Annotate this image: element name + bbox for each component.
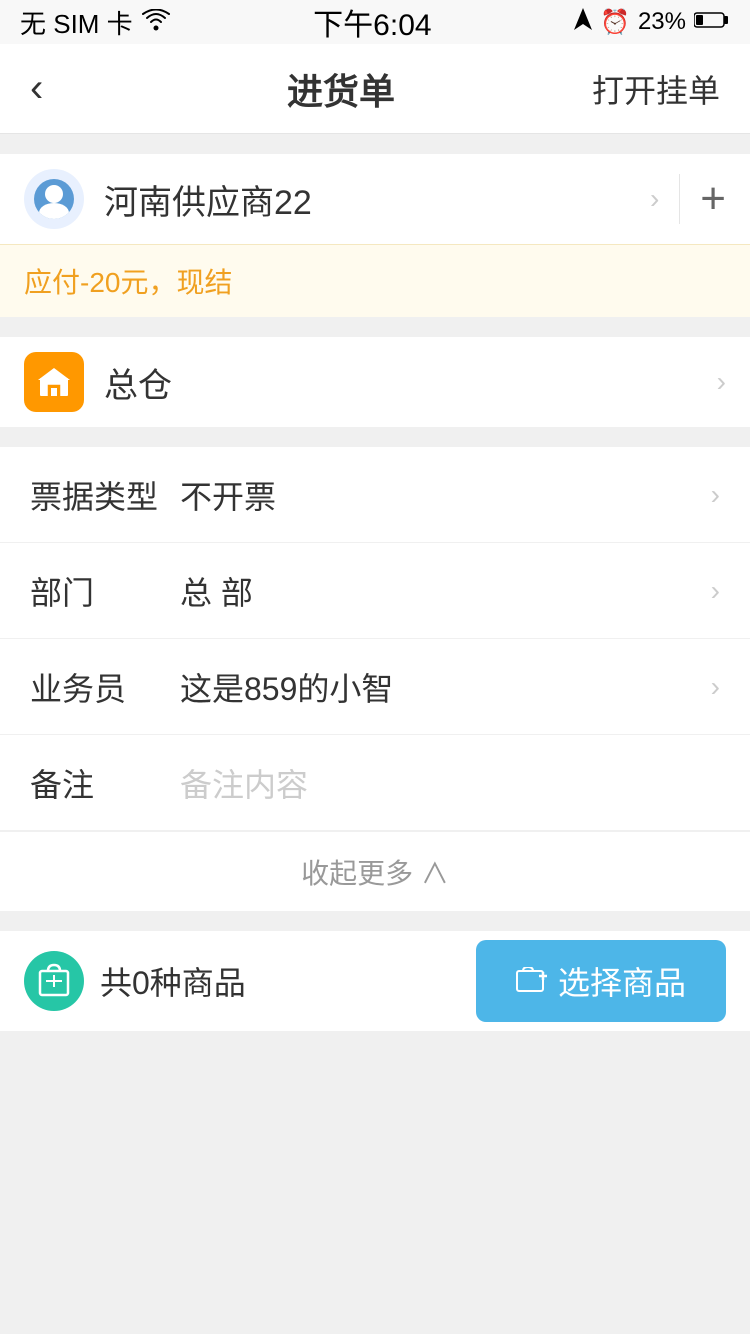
vertical-divider [679,174,680,224]
warehouse-section: 总仓 › [0,337,750,427]
avatar-image [34,179,74,219]
remark-label: 备注 [30,760,170,806]
product-count: 共0种商品 [100,958,476,1004]
supplier-section: 河南供应商22 › + 应付-20元，现结 [0,154,750,317]
select-product-label: 选择商品 [558,958,686,1004]
supplier-arrow-icon: › [650,183,659,215]
dept-row[interactable]: 部门 总 部 › [0,543,750,639]
wifi-icon [141,7,171,38]
page-title: 进货单 [287,63,395,115]
open-pending-button[interactable]: 打开挂单 [592,66,720,112]
notice-text: 应付-20元，现结 [24,267,232,298]
dept-arrow-icon: › [711,575,720,607]
warehouse-name: 总仓 [104,358,717,407]
remark-placeholder[interactable]: 备注内容 [170,760,720,806]
collapse-label: 收起更多 ∧ [301,852,449,892]
top-divider [0,134,750,154]
invoice-arrow-icon: › [711,479,720,511]
add-supplier-button[interactable]: + [700,174,726,224]
staff-arrow-icon: › [711,671,720,703]
staff-label: 业务员 [30,664,170,710]
no-sim-text: 无 SIM 卡 [20,4,133,41]
product-bar: 共0种商品 选择商品 [0,931,750,1031]
remark-row[interactable]: 备注 备注内容 [0,735,750,831]
back-button[interactable]: ‹ [30,66,90,111]
alarm-icon: ⏰ [600,8,630,37]
battery-percent: 23% [638,8,686,36]
status-left: 无 SIM 卡 [20,4,171,41]
warehouse-row[interactable]: 总仓 › [0,337,750,427]
dept-label: 部门 [30,568,170,614]
supplier-avatar [24,169,84,229]
status-bar: 无 SIM 卡 下午6:04 ⏰ 23% [0,0,750,44]
staff-row[interactable]: 业务员 这是859的小智 › [0,639,750,735]
nav-bar: ‹ 进货单 打开挂单 [0,44,750,134]
location-icon [574,8,592,37]
status-right: ⏰ 23% [574,8,730,37]
middle-divider-2 [0,427,750,447]
supplier-row[interactable]: 河南供应商22 › + [0,154,750,244]
supplier-name: 河南供应商22 [104,175,650,224]
battery-icon [694,8,730,36]
invoice-row[interactable]: 票据类型 不开票 › [0,447,750,543]
notice-bar: 应付-20元，现结 [0,244,750,317]
avatar-head [45,185,63,203]
avatar-body [39,203,69,219]
dept-value: 总 部 [170,568,711,614]
select-product-button[interactable]: 选择商品 [476,940,726,1022]
product-icon [24,951,84,1011]
status-time: 下午6:04 [313,0,431,44]
invoice-label: 票据类型 [30,472,170,518]
warehouse-icon [24,352,84,412]
collapse-button[interactable]: 收起更多 ∧ [0,831,750,911]
form-section: 票据类型 不开票 › 部门 总 部 › 业务员 这是859的小智 › 备注 备注… [0,447,750,911]
invoice-value: 不开票 [170,472,711,518]
staff-value: 这是859的小智 [170,664,711,710]
middle-divider-1 [0,317,750,337]
warehouse-arrow-icon: › [717,366,726,398]
